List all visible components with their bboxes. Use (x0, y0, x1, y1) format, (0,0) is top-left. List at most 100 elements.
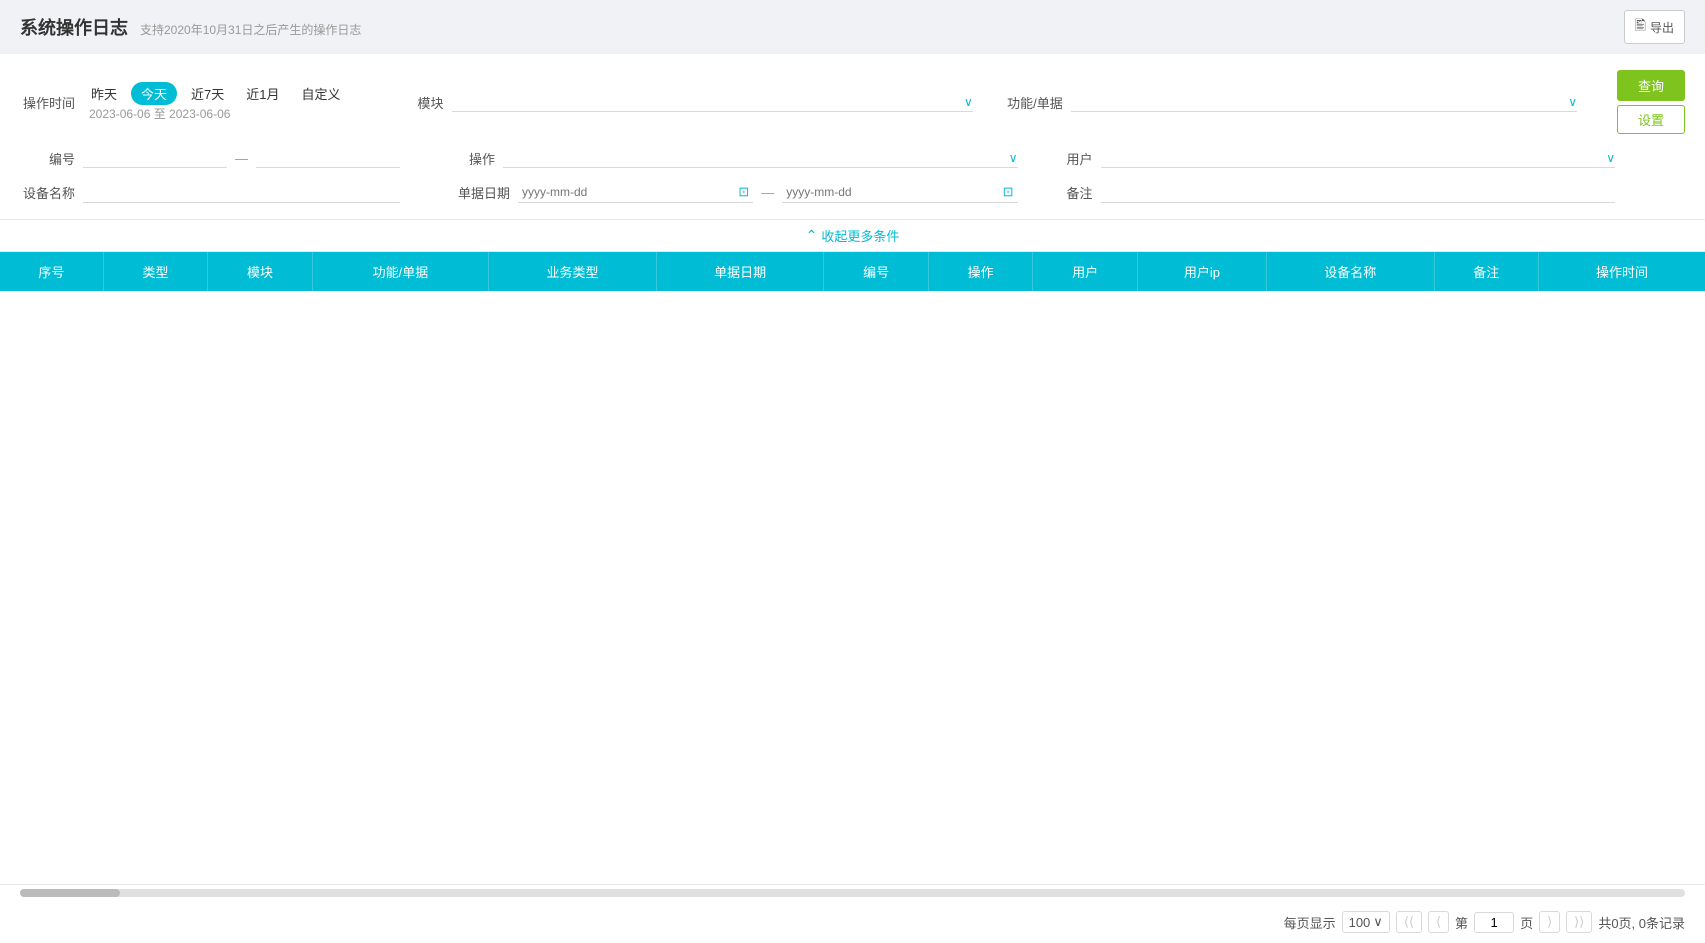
filter-row-2: 编号 — 操作 ∨ 用户 ∨ (20, 148, 1685, 168)
table-header-cell: 设备名称 (1266, 252, 1434, 291)
device-label: 设备名称 (20, 183, 75, 202)
table-header-cell: 业务类型 (489, 252, 657, 291)
total-info: 共0页, 0条记录 (1598, 913, 1685, 932)
per-page-value: 100 (1349, 915, 1371, 930)
prev-page-button[interactable]: ⟨ (1428, 911, 1449, 933)
num-start-input[interactable] (83, 148, 227, 168)
export-button[interactable]: 🖺 导出 (1624, 10, 1685, 44)
last7-btn[interactable]: 近7天 (183, 82, 232, 105)
voucher-date-start-input[interactable] (522, 185, 738, 199)
table-header: 序号类型模块功能/单据业务类型单据日期编号操作用户用户ip设备名称备注操作时间 (0, 252, 1705, 291)
first-page-button[interactable]: ⟨⟨ (1396, 911, 1422, 933)
voucher-date-start-wrapper: ⊡ (518, 182, 753, 203)
pagination: 每页显示 100 ∨ ⟨⟨ ⟨ 第 1 页 ⟩ ⟩⟩ 共0页, 0条记录 (0, 901, 1705, 943)
last-page-button[interactable]: ⟩⟩ (1566, 911, 1592, 933)
user-label: 用户 (1038, 149, 1093, 168)
page-header: 系统操作日志 支持2020年10月31日之后产生的操作日志 🖺 导出 (0, 0, 1705, 54)
remark-label: 备注 (1038, 183, 1093, 202)
time-options: 昨天 今天 近7天 近1月 自定义 2023-06-06 至 2023-06-0… (83, 82, 349, 122)
per-page-select[interactable]: 100 ∨ (1342, 911, 1390, 933)
table-header-cell: 用户ip (1137, 252, 1266, 291)
table-header-cell: 备注 (1434, 252, 1538, 291)
page-subtitle: 支持2020年10月31日之后产生的操作日志 (140, 21, 361, 38)
num-end-input[interactable] (256, 148, 400, 168)
custom-btn[interactable]: 自定义 (294, 82, 349, 105)
calendar-start-icon[interactable]: ⊡ (738, 184, 749, 200)
main-content: 序号类型模块功能/单据业务类型单据日期编号操作用户用户ip设备名称备注操作时间 … (0, 252, 1705, 943)
voucher-date-filter-group: 单据日期 ⊡ — ⊡ (440, 182, 1018, 203)
query-button[interactable]: 查询 (1617, 70, 1685, 101)
table-header-cell: 序号 (0, 252, 103, 291)
table-header-cell: 功能/单据 (312, 252, 488, 291)
table-header-cell: 操作 (928, 252, 1032, 291)
collapse-bar[interactable]: ⌃ 收起更多条件 (0, 220, 1705, 252)
module-chevron-icon: ∨ (964, 95, 973, 109)
last1month-btn[interactable]: 近1月 (238, 82, 287, 105)
voucher-date-end-input[interactable] (786, 185, 1002, 199)
table-header-cell: 模块 (208, 252, 312, 291)
page-unit: 页 (1520, 913, 1533, 932)
module-filter-group: 模块 ∨ (389, 92, 973, 112)
operation-filter-group: 操作 ∨ (440, 148, 1018, 168)
filter-panel: 操作时间 昨天 今天 近7天 近1月 自定义 2023-06-06 至 2023… (0, 54, 1705, 220)
func-label: 功能/单据 (993, 93, 1063, 112)
empty-area (0, 291, 1705, 591)
today-btn[interactable]: 今天 (131, 82, 177, 105)
time-buttons: 昨天 今天 近7天 近1月 自定义 (83, 82, 349, 105)
header-left: 系统操作日志 支持2020年10月31日之后产生的操作日志 (20, 14, 361, 40)
collapse-icon: ⌃ (806, 227, 818, 244)
module-input[interactable] (452, 94, 960, 109)
scrollbar-thumb[interactable] (20, 889, 120, 897)
horizontal-scrollbar[interactable] (20, 889, 1685, 897)
data-table: 序号类型模块功能/单据业务类型单据日期编号操作用户用户ip设备名称备注操作时间 (0, 252, 1705, 291)
table-header-cell: 操作时间 (1539, 252, 1705, 291)
module-label: 模块 (389, 93, 444, 112)
page-number-input[interactable]: 1 (1474, 912, 1514, 933)
func-select[interactable]: ∨ (1071, 92, 1577, 112)
operation-label: 操作 (440, 149, 495, 168)
table-header-cell: 单据日期 (656, 252, 824, 291)
scrollbar-area (0, 884, 1705, 901)
yesterday-btn[interactable]: 昨天 (83, 82, 125, 105)
operation-select[interactable]: ∨ (503, 148, 1018, 168)
table-header-cell: 用户 (1033, 252, 1137, 291)
settings-button[interactable]: 设置 (1617, 105, 1685, 134)
user-filter-group: 用户 ∨ (1038, 148, 1616, 168)
page-title: 系统操作日志 (20, 14, 128, 40)
device-input[interactable] (83, 183, 400, 203)
operation-input[interactable] (503, 150, 1005, 165)
num-filter-group: 编号 — (20, 148, 400, 168)
func-input[interactable] (1071, 94, 1564, 109)
next-page-button[interactable]: ⟩ (1539, 911, 1560, 933)
filter-row-3: 设备名称 单据日期 ⊡ — ⊡ 备注 (20, 182, 1685, 203)
module-select[interactable]: ∨ (452, 92, 973, 112)
func-chevron-icon: ∨ (1568, 95, 1577, 109)
page-label: 第 (1455, 913, 1468, 932)
date-separator: — (761, 185, 774, 200)
export-icon: 🖺 (1635, 15, 1646, 39)
num-separator: — (235, 151, 248, 166)
calendar-end-icon[interactable]: ⊡ (1003, 184, 1014, 200)
operation-chevron-icon: ∨ (1009, 151, 1018, 165)
per-page-label: 每页显示 (1284, 913, 1336, 932)
filter-row-1: 操作时间 昨天 今天 近7天 近1月 自定义 2023-06-06 至 2023… (20, 70, 1685, 134)
table-header-cell: 编号 (824, 252, 928, 291)
user-chevron-icon: ∨ (1606, 151, 1615, 165)
user-input[interactable] (1101, 150, 1603, 165)
remark-input[interactable] (1101, 183, 1616, 203)
table-header-cell: 类型 (103, 252, 207, 291)
user-select[interactable]: ∨ (1101, 148, 1616, 168)
table-container: 序号类型模块功能/单据业务类型单据日期编号操作用户用户ip设备名称备注操作时间 (0, 252, 1705, 884)
action-buttons: 查询 设置 (1617, 70, 1685, 134)
per-page-chevron-icon: ∨ (1373, 914, 1383, 930)
device-filter-group: 设备名称 (20, 183, 400, 203)
collapse-label: 收起更多条件 (821, 226, 899, 245)
time-label: 操作时间 (20, 93, 75, 112)
date-range-display: 2023-06-06 至 2023-06-06 (89, 105, 349, 122)
export-label: 导出 (1650, 19, 1674, 36)
time-filter-group: 操作时间 昨天 今天 近7天 近1月 自定义 2023-06-06 至 2023… (20, 82, 349, 122)
table-header-row: 序号类型模块功能/单据业务类型单据日期编号操作用户用户ip设备名称备注操作时间 (0, 252, 1705, 291)
func-filter-group: 功能/单据 ∨ (993, 92, 1577, 112)
voucher-date-end-wrapper: ⊡ (782, 182, 1017, 203)
num-label: 编号 (20, 149, 75, 168)
